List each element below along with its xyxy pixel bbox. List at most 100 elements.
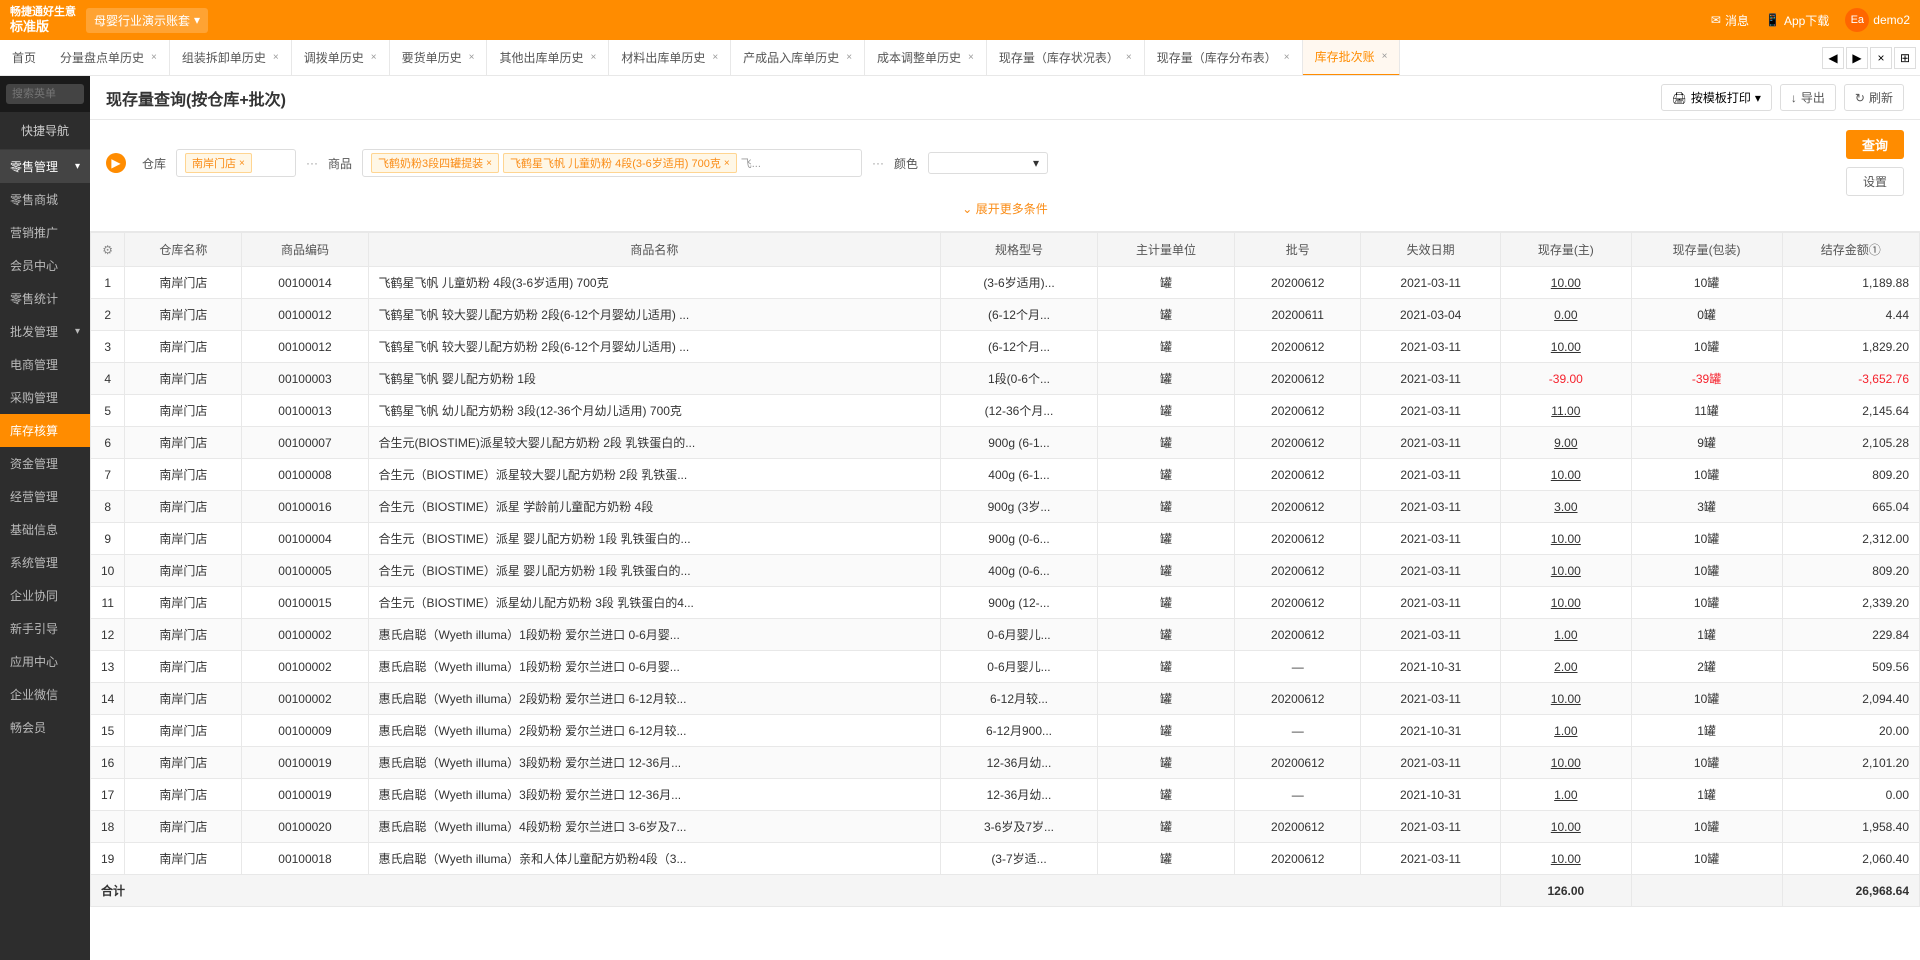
filter-toggle-btn[interactable]: ▶ <box>106 153 126 173</box>
tabs-next-btn[interactable]: ▶ <box>1846 47 1868 69</box>
tab-cangku-pici[interactable]: 库存批次账 × <box>1303 40 1401 76</box>
td-qty-main[interactable]: 9.00 <box>1501 427 1632 459</box>
td-no: 17 <box>91 779 125 811</box>
tab-close-icon[interactable]: × <box>1284 40 1290 76</box>
sidebar-item-qiye[interactable]: 企业协同 <box>0 579 90 612</box>
sidebar-item-zijin[interactable]: 资金管理 <box>0 447 90 480</box>
td-qty-main[interactable]: 11.00 <box>1501 395 1632 427</box>
tab-close-icon[interactable]: × <box>469 40 475 76</box>
export-btn[interactable]: ↓ 导出 <box>1780 84 1836 111</box>
sidebar-item-changhui[interactable]: 畅会员 <box>0 711 90 744</box>
goods-ellipsis[interactable]: ··· <box>872 156 884 170</box>
td-qty-main[interactable]: 10.00 <box>1501 555 1632 587</box>
gear-icon[interactable]: ⚙ <box>102 243 113 257</box>
tab-zu-chai[interactable]: 组装拆卸单历史 × <box>170 40 292 76</box>
tab-close-icon[interactable]: × <box>590 40 596 76</box>
tabs-close-btn[interactable]: × <box>1870 47 1892 69</box>
goods-filter-input[interactable]: 飞鹤奶粉3段四罐提装 × 飞鹤星飞帆 儿童奶粉 4段(3-6岁适用) 700克 … <box>362 149 862 177</box>
sidebar-item-lingsu-shangcheng[interactable]: 零售商城 <box>0 183 90 216</box>
tab-yao-huo[interactable]: 要货单历史 × <box>390 40 488 76</box>
tab-qita-chu[interactable]: 其他出库单历史 × <box>487 40 609 76</box>
message-btn[interactable]: ✉ 消息 <box>1711 12 1749 29</box>
goods-tag-2-close[interactable]: × <box>724 158 730 169</box>
color-filter-dropdown[interactable]: ▾ <box>928 152 1048 174</box>
td-qty-main[interactable]: 10.00 <box>1501 587 1632 619</box>
printer-icon: 🖨 <box>1672 91 1687 105</box>
td-qty-main[interactable]: 10.00 <box>1501 811 1632 843</box>
tabs-bar: 首页 分量盘点单历史 × 组装拆卸单历史 × 调拨单历史 × 要货单历史 × 其… <box>0 40 1920 76</box>
td-code: 00100016 <box>242 491 368 523</box>
sidebar-item-qiyeweixin[interactable]: 企业微信 <box>0 678 90 711</box>
sidebar-item-quick-nav[interactable]: 快捷导航 <box>0 112 90 150</box>
sidebar-item-jichu[interactable]: 基础信息 <box>0 513 90 546</box>
sidebar-item-jingying[interactable]: 经营管理 <box>0 480 90 513</box>
sidebar-item-kucun[interactable]: 库存核算 <box>0 414 90 447</box>
td-qty-pkg: 10罐 <box>1631 555 1782 587</box>
warehouse-tag-close[interactable]: × <box>239 158 245 169</box>
th-expire: 失效日期 <box>1361 233 1501 267</box>
tab-close-icon[interactable]: × <box>846 40 852 76</box>
search-input[interactable] <box>6 84 84 104</box>
table-header-row: ⚙ 仓库名称 商品编码 商品名称 规格型号 主计量单位 批号 失效日期 现存量(… <box>91 233 1920 267</box>
tab-xianzai-cangku[interactable]: 现存量（库存状况表） × <box>987 40 1145 76</box>
td-qty-main[interactable]: 1.00 <box>1501 619 1632 651</box>
sidebar-item-xitong[interactable]: 系统管理 <box>0 546 90 579</box>
tab-close-icon[interactable]: × <box>968 40 974 76</box>
td-code: 00100007 <box>242 427 368 459</box>
workspace-selector[interactable]: 母婴行业演示账套 ▾ <box>86 8 208 33</box>
tab-close-icon[interactable]: × <box>371 40 377 76</box>
sidebar-item-xinshou[interactable]: 新手引导 <box>0 612 90 645</box>
td-qty-main[interactable]: 10.00 <box>1501 267 1632 299</box>
td-no: 12 <box>91 619 125 651</box>
td-name: 惠氏启聪（Wyeth illuma）2段奶粉 爱尔兰进口 6-12月较... <box>368 715 941 747</box>
tab-close-icon[interactable]: × <box>151 40 157 76</box>
sidebar-item-dianshang[interactable]: 电商管理 <box>0 348 90 381</box>
tab-close-icon[interactable]: × <box>273 40 279 76</box>
tab-tiao-bo[interactable]: 调拨单历史 × <box>292 40 390 76</box>
tab-home[interactable]: 首页 <box>0 40 48 76</box>
td-qty-main[interactable]: 1.00 <box>1501 715 1632 747</box>
tab-close-icon[interactable]: × <box>1382 40 1388 75</box>
tab-cailiao-chu[interactable]: 材料出库单历史 × <box>609 40 731 76</box>
tab-chengben[interactable]: 成本调整单历史 × <box>865 40 987 76</box>
td-qty-main[interactable]: 1.00 <box>1501 779 1632 811</box>
expand-more-btn[interactable]: ⌄ 展开更多条件 <box>962 200 1047 217</box>
sidebar-item-yingyong[interactable]: 应用中心 <box>0 645 90 678</box>
tab-close-icon[interactable]: × <box>712 40 718 76</box>
td-qty-main[interactable]: 10.00 <box>1501 843 1632 875</box>
chevron-down-icon: ▾ <box>194 13 200 27</box>
td-qty-main[interactable]: 10.00 <box>1501 459 1632 491</box>
tab-close-icon[interactable]: × <box>1126 40 1132 76</box>
tabs-more-btn[interactable]: ⊞ <box>1894 47 1916 69</box>
td-no: 18 <box>91 811 125 843</box>
sidebar-item-pifa[interactable]: 批发管理 ▾ <box>0 315 90 348</box>
td-qty-main[interactable]: 10.00 <box>1501 747 1632 779</box>
user-avatar[interactable]: Ea demo2 <box>1845 8 1910 32</box>
goods-tag-1-close[interactable]: × <box>486 158 492 169</box>
sidebar-item-lingsu[interactable]: 零售管理 ▾ <box>0 150 90 183</box>
td-qty-main[interactable]: 10.00 <box>1501 331 1632 363</box>
sidebar-item-caigou[interactable]: 采购管理 <box>0 381 90 414</box>
td-qty-main[interactable]: -39.00 <box>1501 363 1632 395</box>
app-download-btn[interactable]: 📱 App下载 <box>1765 12 1829 29</box>
td-qty-main[interactable]: 10.00 <box>1501 523 1632 555</box>
td-qty-main[interactable]: 10.00 <box>1501 683 1632 715</box>
refresh-btn[interactable]: ↻ 刷新 <box>1844 84 1904 111</box>
warehouse-filter-input[interactable]: 南岸门店 × <box>176 149 296 177</box>
td-expire: 2021-03-11 <box>1361 555 1501 587</box>
sidebar-item-lingsu-tongji[interactable]: 零售统计 <box>0 282 90 315</box>
tab-xianzai-fenbr[interactable]: 现存量（库存分布表） × <box>1145 40 1303 76</box>
tab-fen-pan[interactable]: 分量盘点单历史 × <box>48 40 170 76</box>
td-qty-main[interactable]: 3.00 <box>1501 491 1632 523</box>
print-btn[interactable]: 🖨 按模板打印 ▾ <box>1661 84 1772 111</box>
warehouse-ellipsis[interactable]: ··· <box>306 156 318 170</box>
sidebar-item-yingxiao[interactable]: 营销推广 <box>0 216 90 249</box>
sidebar-item-huiyuan[interactable]: 会员中心 <box>0 249 90 282</box>
td-unit: 罐 <box>1097 651 1234 683</box>
td-qty-main[interactable]: 2.00 <box>1501 651 1632 683</box>
tabs-prev-btn[interactable]: ◀ <box>1822 47 1844 69</box>
query-btn[interactable]: 查询 <box>1846 130 1904 159</box>
setting-btn[interactable]: 设置 <box>1846 167 1904 196</box>
tab-chengpin-ru[interactable]: 产成品入库单历史 × <box>731 40 865 76</box>
td-qty-main[interactable]: 0.00 <box>1501 299 1632 331</box>
